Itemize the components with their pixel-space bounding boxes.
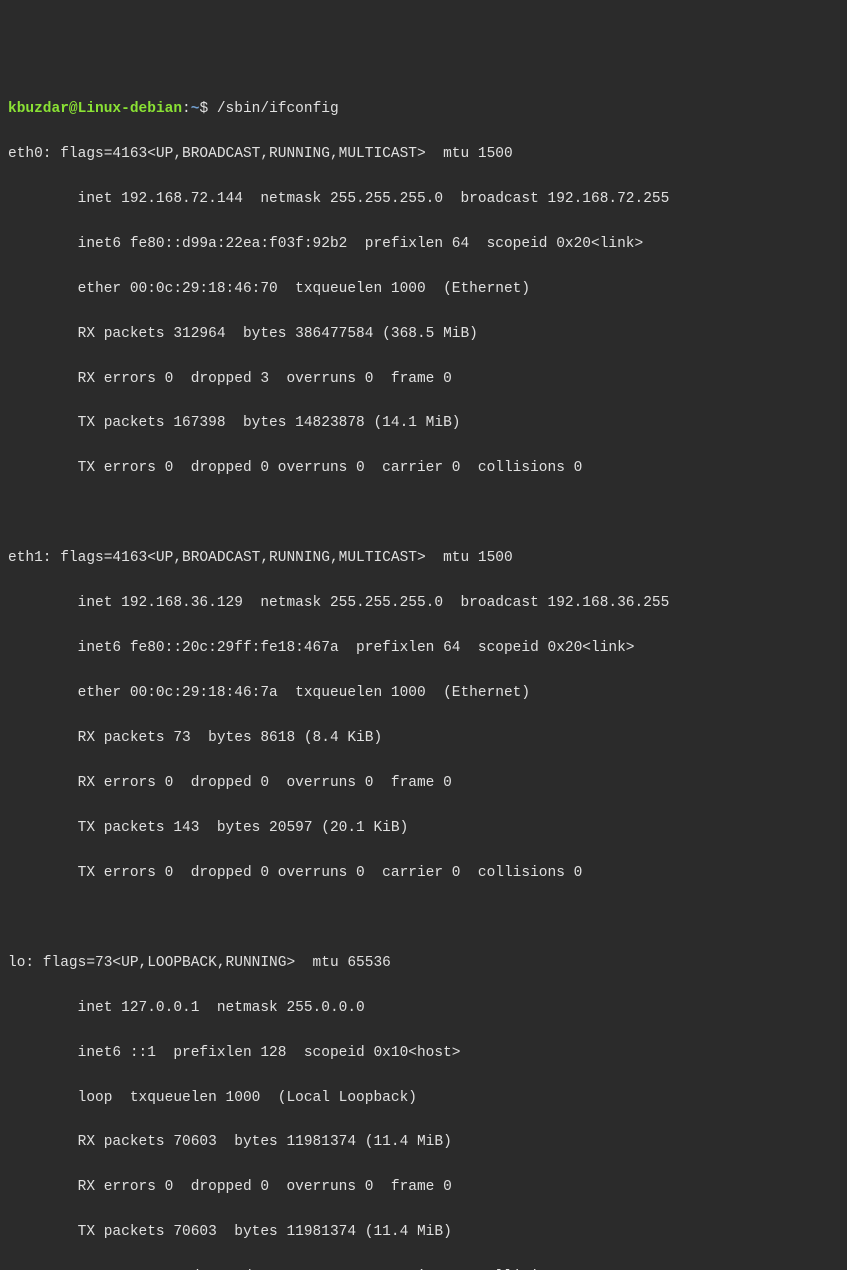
eth1-tx-packets: TX packets 143 bytes 20597 (20.1 KiB) bbox=[8, 817, 839, 839]
lo-flags: lo: flags=73<UP,LOOPBACK,RUNNING> mtu 65… bbox=[8, 952, 839, 974]
eth0-rx-errors: RX errors 0 dropped 3 overruns 0 frame 0 bbox=[8, 368, 839, 390]
eth0-inet6: inet6 fe80::d99a:22ea:f03f:92b2 prefixle… bbox=[8, 233, 839, 255]
eth0-ether: ether 00:0c:29:18:46:70 txqueuelen 1000 … bbox=[8, 278, 839, 300]
eth0-inet: inet 192.168.72.144 netmask 255.255.255.… bbox=[8, 188, 839, 210]
eth1-tx-errors: TX errors 0 dropped 0 overruns 0 carrier… bbox=[8, 862, 839, 884]
eth1-flags: eth1: flags=4163<UP,BROADCAST,RUNNING,MU… bbox=[8, 547, 839, 569]
lo-rx-errors: RX errors 0 dropped 0 overruns 0 frame 0 bbox=[8, 1176, 839, 1198]
eth1-rx-packets: RX packets 73 bytes 8618 (8.4 KiB) bbox=[8, 727, 839, 749]
prompt-symbol: $ bbox=[199, 101, 208, 117]
eth0-tx-packets: TX packets 167398 bytes 14823878 (14.1 M… bbox=[8, 412, 839, 434]
lo-tx-packets: TX packets 70603 bytes 11981374 (11.4 Mi… bbox=[8, 1221, 839, 1243]
prompt-at: @ bbox=[69, 101, 78, 117]
lo-rx-packets: RX packets 70603 bytes 11981374 (11.4 Mi… bbox=[8, 1131, 839, 1153]
prompt-host: Linux-debian bbox=[78, 101, 182, 117]
prompt-colon: : bbox=[182, 101, 191, 117]
prompt-line[interactable]: kbuzdar@Linux-debian:~$ /sbin/ifconfig bbox=[8, 98, 839, 120]
eth0-rx-packets: RX packets 312964 bytes 386477584 (368.5… bbox=[8, 323, 839, 345]
eth0-flags: eth0: flags=4163<UP,BROADCAST,RUNNING,MU… bbox=[8, 143, 839, 165]
eth1-inet: inet 192.168.36.129 netmask 255.255.255.… bbox=[8, 592, 839, 614]
eth0-tx-errors: TX errors 0 dropped 0 overruns 0 carrier… bbox=[8, 457, 839, 479]
eth1-ether: ether 00:0c:29:18:46:7a txqueuelen 1000 … bbox=[8, 682, 839, 704]
lo-inet: inet 127.0.0.1 netmask 255.0.0.0 bbox=[8, 997, 839, 1019]
prompt-user: kbuzdar bbox=[8, 101, 69, 117]
command-text: /sbin/ifconfig bbox=[217, 101, 339, 117]
lo-inet6: inet6 ::1 prefixlen 128 scopeid 0x10<hos… bbox=[8, 1042, 839, 1064]
blank-line-1 bbox=[8, 502, 839, 524]
blank-line-2 bbox=[8, 907, 839, 929]
eth1-rx-errors: RX errors 0 dropped 0 overruns 0 frame 0 bbox=[8, 772, 839, 794]
eth1-inet6: inet6 fe80::20c:29ff:fe18:467a prefixlen… bbox=[8, 637, 839, 659]
lo-ether: loop txqueuelen 1000 (Local Loopback) bbox=[8, 1087, 839, 1109]
lo-tx-errors: TX errors 0 dropped 0 overruns 0 carrier… bbox=[8, 1266, 839, 1270]
